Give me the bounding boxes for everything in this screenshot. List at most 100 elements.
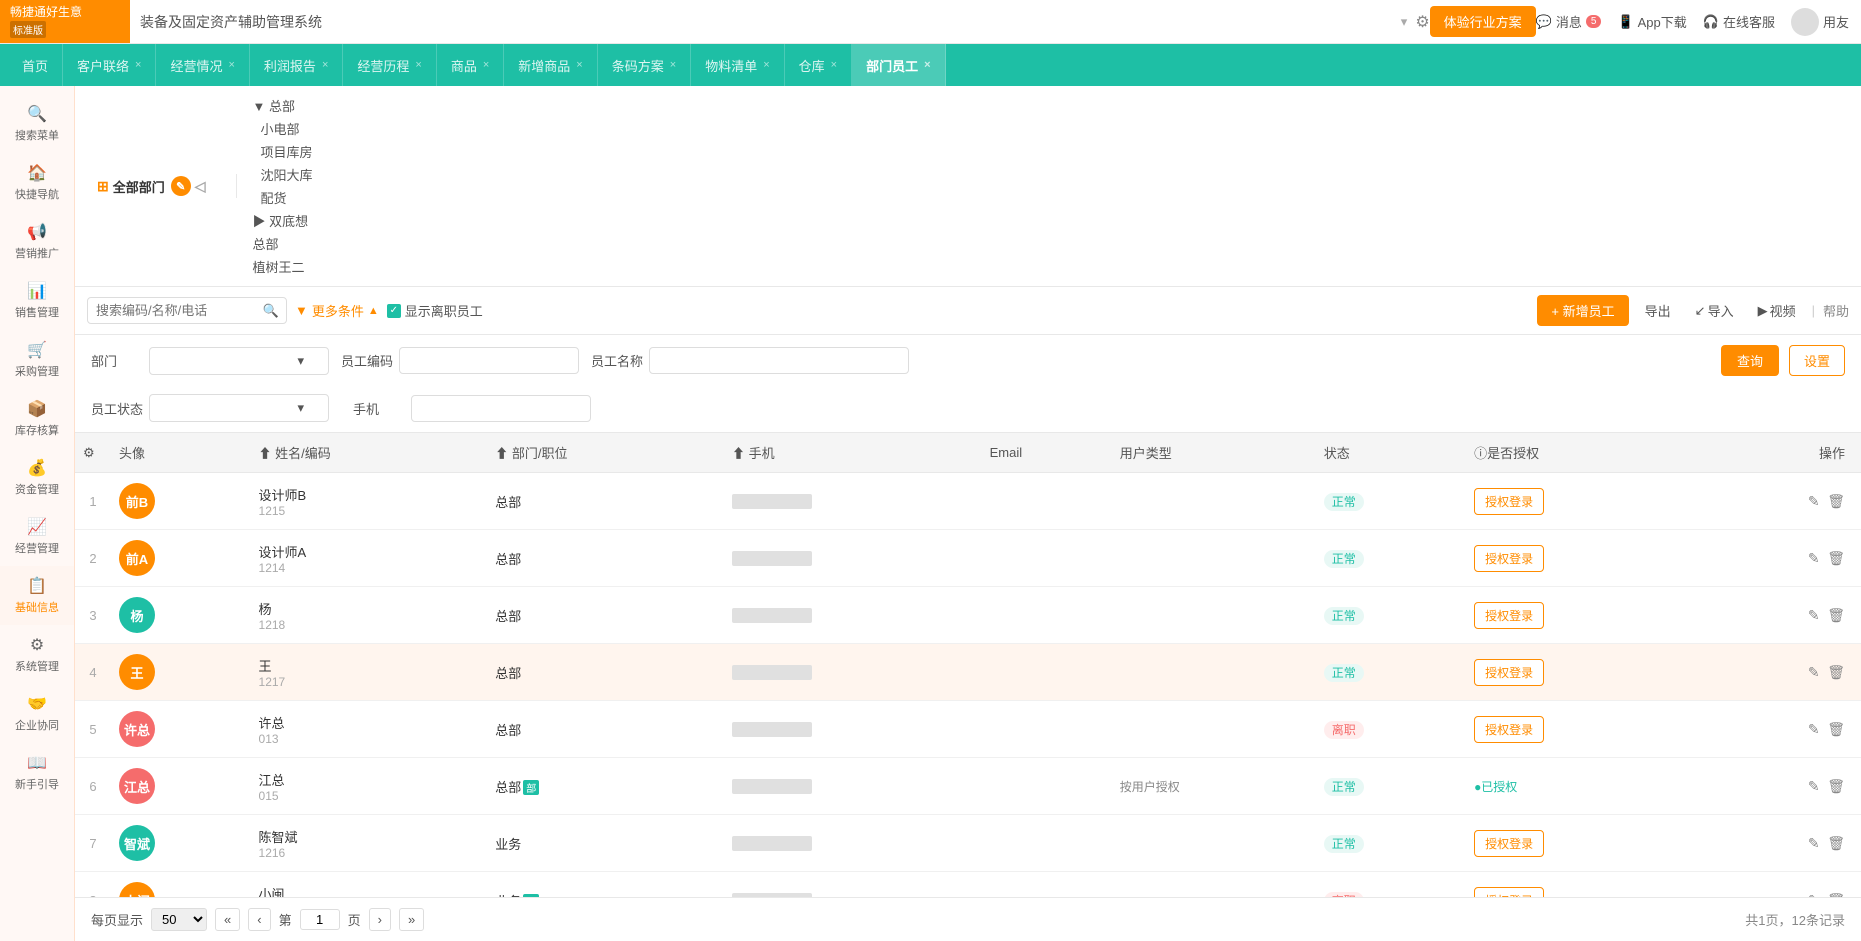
auth-login-btn[interactable]: 授权登录 [1474,488,1544,515]
employee-code: 1216 [259,846,480,860]
app-download-btn[interactable]: 📱 App下载 [1617,12,1686,31]
settings-gear-icon[interactable]: ⚙ [1415,12,1429,32]
set-btn[interactable]: 设置 [1789,345,1845,376]
page-size-select[interactable]: 50 20 100 [151,908,207,931]
first-page-btn[interactable]: « [215,908,240,931]
tab-profit[interactable]: 利润报告 × [250,44,343,86]
view-btn[interactable]: ▶ 视频 [1750,296,1804,325]
auth-login-btn[interactable]: 授权登录 [1474,887,1544,898]
col-auth: ⓘ是否授权 [1466,433,1697,473]
dept-item-shuangdi[interactable]: ▶ 双底想 [253,209,353,232]
dept-item-zongbu2[interactable]: 总部 [253,232,353,255]
add-staff-btn[interactable]: + 新增员工 [1537,295,1628,326]
delete-btn[interactable]: 🗑 [1827,778,1845,794]
edit-btn[interactable]: ✎ [1808,493,1820,509]
user-menu[interactable]: 用友 [1791,8,1849,36]
col-settings[interactable]: ⚙ [75,433,111,473]
dept-item-shenyang[interactable]: 沈阳大库 [253,163,353,186]
left-nav-management[interactable]: 📈 经营管理 [0,507,74,566]
row-name-cell: 杨 1218 [251,587,488,644]
left-nav-guide[interactable]: 📖 新手引导 [0,743,74,802]
dept-item-zongbu-root[interactable]: ▼ 总部 [253,94,353,117]
tab-operation-close[interactable]: × [228,59,234,71]
edit-btn[interactable]: ✎ [1808,778,1820,794]
show-resigned-toggle[interactable]: ✓ 显示离职员工 [387,301,483,320]
more-filter-btn[interactable]: ▼ 更多条件 ▲ [295,301,379,320]
left-nav-search[interactable]: 🔍 搜索菜单 [0,94,74,153]
tab-history[interactable]: 经营历程 × [343,44,436,86]
auth-login-btn[interactable]: 授权登录 [1474,830,1544,857]
tab-barcode[interactable]: 条码方案 × [598,44,691,86]
phone-input[interactable] [411,395,591,422]
tab-profit-close[interactable]: × [322,59,328,71]
toolbar: ⊞ 全部部门 ✎ ◁ ▼ 总部 小电部 项目库房 沈阳大库 配货 ▶ 双底想 总… [75,86,1861,287]
tab-warehouse-close[interactable]: × [831,59,837,71]
auth-login-btn[interactable]: 授权登录 [1474,602,1544,629]
dept-item-xiaodianbu[interactable]: 小电部 [253,117,353,140]
dept-collapse-icon[interactable]: ◁ [195,178,206,195]
tab-customer[interactable]: 客户联络 × [63,44,156,86]
tab-dept-staff-close[interactable]: × [924,59,930,71]
left-nav-shortcut[interactable]: 🏠 快捷导航 [0,153,74,212]
edit-btn[interactable]: ✎ [1808,550,1820,566]
tab-operation[interactable]: 经营情况 × [156,44,249,86]
delete-btn[interactable]: 🗑 [1827,493,1845,509]
tab-warehouse[interactable]: 仓库 × [785,44,852,86]
tab-dept-staff[interactable]: 部门员工 × [852,44,945,86]
tab-goods[interactable]: 商品 × [437,44,504,86]
emp-status-select[interactable]: ▾ [149,394,329,422]
tab-home[interactable]: 首页 [8,44,63,86]
query-btn[interactable]: 查询 [1721,345,1779,376]
import-btn[interactable]: ↙ 导入 [1687,296,1742,325]
auth-login-btn[interactable]: 授权登录 [1474,545,1544,572]
show-resigned-checkbox[interactable]: ✓ [387,304,401,318]
dept-item-project[interactable]: 项目库房 [253,140,353,163]
left-nav-marketing[interactable]: 📢 营销推广 [0,212,74,271]
row-auth-cell: ●已授权 [1466,758,1697,815]
tab-add-goods-close[interactable]: × [576,59,582,71]
delete-btn[interactable]: 🗑 [1827,550,1845,566]
help-btn[interactable]: 帮助 [1823,301,1849,320]
dept-filter-select[interactable]: ▾ [149,347,329,375]
delete-btn[interactable]: 🗑 [1827,835,1845,851]
trial-btn[interactable]: 体验行业方案 [1430,6,1536,37]
delete-btn[interactable]: 🗑 [1827,664,1845,680]
tab-customer-close[interactable]: × [135,59,141,71]
left-nav-collab[interactable]: 🤝 企业协同 [0,684,74,743]
edit-btn[interactable]: ✎ [1808,721,1820,737]
row-auth-cell: 授权登录 [1466,701,1697,758]
export-btn[interactable]: 导出 [1637,296,1679,325]
page-input[interactable] [300,909,340,930]
tab-goods-close[interactable]: × [483,59,489,71]
dept-item-zhishu[interactable]: 植树王二 [253,255,353,278]
prev-page-btn[interactable]: ‹ [248,908,270,931]
next-page-btn[interactable]: › [369,908,391,931]
left-nav-finance[interactable]: 💰 资金管理 [0,448,74,507]
message-btn[interactable]: 💬 消息 5 [1536,12,1602,31]
tab-bom[interactable]: 物料清单 × [691,44,784,86]
sys-dropdown-icon[interactable]: ▾ [1401,14,1408,30]
emp-code-input[interactable] [399,347,579,374]
last-page-btn[interactable]: » [399,908,424,931]
delete-btn[interactable]: 🗑 [1827,607,1845,623]
edit-btn[interactable]: ✎ [1808,664,1820,680]
search-input[interactable] [87,297,287,324]
auth-login-btn[interactable]: 授权登录 [1474,659,1544,686]
left-nav-inventory[interactable]: 📦 库存核算 [0,389,74,448]
tab-barcode-close[interactable]: × [670,59,676,71]
left-nav-system[interactable]: ⚙ 系统管理 [0,625,74,684]
auth-login-btn[interactable]: 授权登录 [1474,716,1544,743]
edit-btn[interactable]: ✎ [1808,607,1820,623]
delete-btn[interactable]: 🗑 [1827,721,1845,737]
dept-edit-icon[interactable]: ✎ [171,176,191,196]
tab-history-close[interactable]: × [415,59,421,71]
edit-btn[interactable]: ✎ [1808,835,1820,851]
left-nav-sales[interactable]: 📊 销售管理 [0,271,74,330]
emp-name-input[interactable] [649,347,909,374]
online-service-btn[interactable]: 🎧 在线客服 [1703,12,1775,31]
tab-bom-close[interactable]: × [763,59,769,71]
left-nav-basic-info[interactable]: 📋 基础信息 [0,566,74,625]
left-nav-purchase[interactable]: 🛒 采购管理 [0,330,74,389]
tab-add-goods[interactable]: 新增商品 × [504,44,597,86]
dept-item-peihuo[interactable]: 配货 [253,186,353,209]
